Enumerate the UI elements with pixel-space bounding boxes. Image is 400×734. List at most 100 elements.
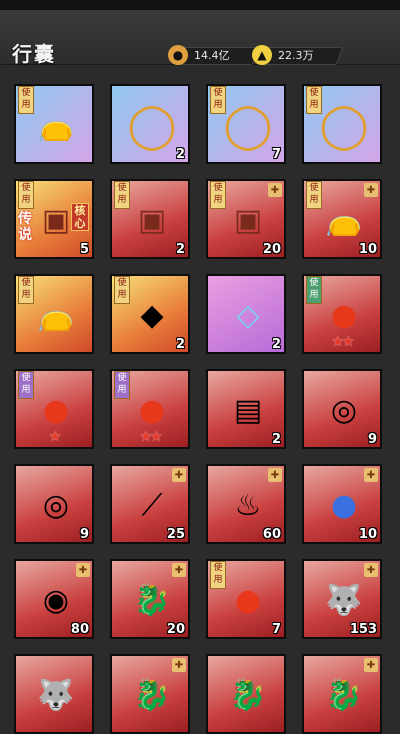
item-slot-legend-chest[interactable]: ▣ 使用 传说 核心 5 <box>14 179 94 259</box>
page-title: 行囊 <box>12 42 56 66</box>
use-tag: 使用 <box>18 371 34 399</box>
plus-badge-icon: ✚ <box>76 563 90 577</box>
item-count: 60 <box>262 527 281 542</box>
item-slot-red-chest-1[interactable]: ▣ 使用 2 <box>110 179 190 259</box>
inventory-grid: 👝 使用 ◯ 2 ◯ 使用 7 ◯ 使用 ▣ 使用 传说 核心 5 ▣ 使用 2 ▣ 使用 ✚ 20 👝 使用 ✚ 10 👝 使用 ◆… <box>0 66 400 734</box>
item-slot-dark-ring[interactable]: ◉ ✚ 80 <box>14 559 94 639</box>
use-tag: 使用 <box>18 181 34 209</box>
plus-badge-icon: ✚ <box>364 183 378 197</box>
currency-coins[interactable]: ● 14.4亿 <box>168 44 260 66</box>
bag-icon: 👝 <box>325 203 363 238</box>
plus-badge-icon: ✚ <box>364 468 378 482</box>
item-count: 20 <box>166 622 185 637</box>
cauldron-icon: ♨ <box>234 488 262 523</box>
item-slot-white-tiger[interactable]: 🐺 <box>14 654 94 734</box>
chest-icon: ▣ <box>233 203 263 238</box>
item-count: 9 <box>367 432 377 447</box>
item-slot-portrait-frame-gold[interactable]: ◎ 9 <box>302 369 382 449</box>
item-slot-hero-orb-purple-1[interactable]: ● 使用 ★ <box>14 369 94 449</box>
plus-badge-icon: ✚ <box>172 468 186 482</box>
item-count: 9 <box>79 527 89 542</box>
item-count: 2 <box>271 337 281 352</box>
item-slot-hero-orb-green[interactable]: ● 使用 ★★ <box>302 274 382 354</box>
currency-ingots-value: 22.3万 <box>278 49 314 62</box>
star-rating: ★★ <box>331 334 354 350</box>
item-slot-gold-bag[interactable]: 👝 使用 <box>14 274 94 354</box>
item-count: 80 <box>70 622 89 637</box>
star-rating: ★★ <box>139 429 162 445</box>
item-slot-flame-frame-1[interactable]: ◯ 使用 7 <box>206 84 286 164</box>
item-slot-red-bag[interactable]: 👝 使用 ✚ 10 <box>302 179 382 259</box>
item-slot-red-chest-2[interactable]: ▣ 使用 ✚ 20 <box>206 179 286 259</box>
item-slot-gem-sack[interactable]: ◆ 使用 2 <box>110 274 190 354</box>
top-strip <box>0 0 400 10</box>
gold-ingot-icon: ▲ <box>252 45 272 65</box>
item-count: 5 <box>79 242 89 257</box>
use-tag: 使用 <box>114 371 130 399</box>
legend-label: 传说 <box>18 211 32 243</box>
use-tag: 使用 <box>114 276 130 304</box>
currency-ingots[interactable]: ▲ 22.3万 <box>252 44 344 66</box>
plus-badge-icon: ✚ <box>172 658 186 672</box>
dragon-icon: 🐉 <box>133 678 171 713</box>
ring-frame-icon: ◯ <box>223 100 273 151</box>
bag-icon: 👝 <box>37 298 75 333</box>
item-slot-gold-dragon-statue[interactable]: 🐉 ✚ 20 <box>110 559 190 639</box>
item-count: 2 <box>175 337 185 352</box>
item-count: 10 <box>358 242 377 257</box>
item-slot-flame-frame-2[interactable]: ◯ 使用 <box>302 84 382 164</box>
item-count: 7 <box>271 147 281 162</box>
spear-icon: ⟋ <box>141 488 163 523</box>
use-tag: 使用 <box>210 86 226 114</box>
dragon-icon: 🐉 <box>229 678 267 713</box>
item-slot-blue-orb[interactable]: ● ✚ 10 <box>302 464 382 544</box>
item-slot-green-cauldron[interactable]: ♨ ✚ 60 <box>206 464 286 544</box>
plus-badge-icon: ✚ <box>364 563 378 577</box>
use-tag: 使用 <box>114 181 130 209</box>
currency-coins-value: 14.4亿 <box>194 49 230 62</box>
coin-bag-icon: ● <box>168 45 188 65</box>
item-slot-gift-bag[interactable]: 👝 使用 <box>14 84 94 164</box>
crystal-icon: ◇ <box>236 298 260 333</box>
item-slot-golden-beast[interactable]: 🐉 ✚ <box>110 654 190 734</box>
star-rating: ★ <box>48 429 62 445</box>
beast-icon: 🐺 <box>325 583 363 618</box>
use-tag: 使用 <box>306 181 322 209</box>
chest-icon: ▣ <box>137 203 167 238</box>
item-slot-purple-dragon[interactable]: 🐉 ✚ <box>302 654 382 734</box>
plus-badge-icon: ✚ <box>268 468 282 482</box>
portrait-icon: ◎ <box>330 393 358 428</box>
use-tag: 使用 <box>18 86 34 114</box>
ring-frame-icon: ◯ <box>319 100 369 151</box>
item-slot-portrait-frame-purple[interactable]: ◎ 9 <box>14 464 94 544</box>
item-slot-spear[interactable]: ⟋ ✚ 25 <box>110 464 190 544</box>
use-tag: 使用 <box>306 86 322 114</box>
item-count: 10 <box>358 527 377 542</box>
item-slot-white-beast[interactable]: 🐺 ✚ 153 <box>302 559 382 639</box>
core-label: 核心 <box>71 203 89 231</box>
item-slot-crystal-ring[interactable]: ◇ 2 <box>206 274 286 354</box>
use-tag: 使用 <box>18 276 34 304</box>
item-count: 25 <box>166 527 185 542</box>
item-count: 2 <box>175 147 185 162</box>
dragon-icon: 🐉 <box>133 583 171 618</box>
ring-frame-icon: ◯ <box>127 100 177 151</box>
portrait-icon: ◎ <box>42 488 70 523</box>
blue-orb-icon: ● <box>330 488 358 523</box>
item-slot-red-book[interactable]: ▤ 2 <box>206 369 286 449</box>
gem-sack-icon: ◆ <box>140 298 164 333</box>
dragon-icon: 🐉 <box>325 678 363 713</box>
item-count: 20 <box>262 242 281 257</box>
dark-ring-icon: ◉ <box>42 583 70 618</box>
use-tag: 使用 <box>306 276 322 304</box>
item-slot-green-dragon[interactable]: 🐉 <box>206 654 286 734</box>
bag-icon: 👝 <box>37 108 75 143</box>
use-tag: 使用 <box>210 181 226 209</box>
item-count: 2 <box>271 432 281 447</box>
use-tag: 使用 <box>210 561 226 589</box>
book-icon: ▤ <box>233 393 263 428</box>
item-slot-red-pearl[interactable]: ● 使用 7 <box>206 559 286 639</box>
item-slot-golden-frame-1[interactable]: ◯ 2 <box>110 84 190 164</box>
item-slot-hero-orb-purple-2[interactable]: ● 使用 ★★ <box>110 369 190 449</box>
header-bar: 行囊 ● 14.4亿 ▲ 22.3万 <box>0 10 400 66</box>
